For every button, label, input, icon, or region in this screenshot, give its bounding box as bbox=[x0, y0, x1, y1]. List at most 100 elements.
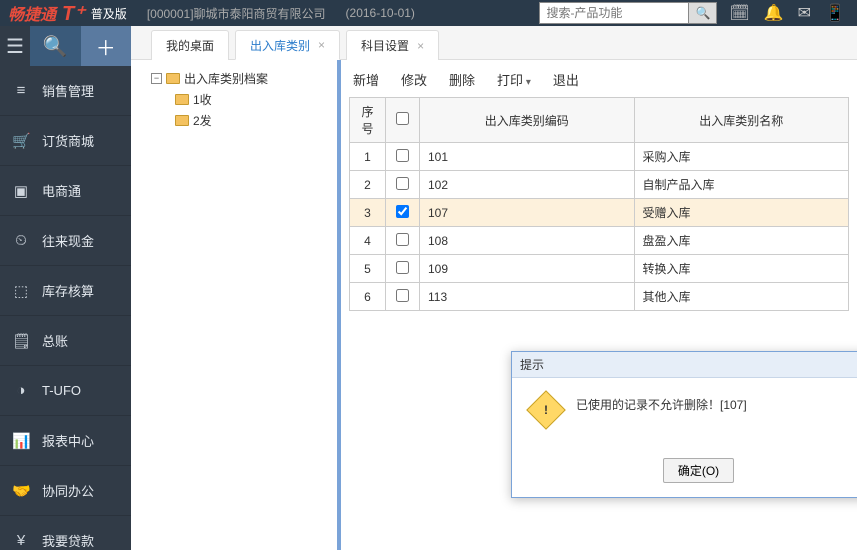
sidebar-item-icon: 🤝 bbox=[12, 482, 30, 500]
tree-pane: − 出入库类别档案 1收 2发 bbox=[131, 60, 341, 550]
table-row[interactable]: 2102自制产品入库 bbox=[350, 171, 849, 199]
toolbar-exit[interactable]: 退出 bbox=[553, 70, 579, 89]
company-label: [000001]聊城市泰阳商贸有限公司 bbox=[147, 5, 326, 22]
table-row[interactable]: 6113其他入库 bbox=[350, 283, 849, 311]
sidebar-item-label: 库存核算 bbox=[42, 281, 94, 300]
sidebar-item-icon: ⏲ bbox=[12, 232, 30, 249]
sidebar-item-3[interactable]: ⏲ 往来现金 bbox=[0, 216, 131, 266]
sidebar-item-icon: ▣ bbox=[12, 182, 30, 200]
tab-label: 科目设置 bbox=[361, 37, 409, 54]
row-checkbox[interactable] bbox=[396, 261, 409, 274]
sidebar: ☰ 🔍 ＋ ≡销售管理🛒订货商城▣电商通⏲往来现金⬚库存核算🗒总账◑T-UFO📊… bbox=[0, 26, 131, 550]
search-button[interactable]: 🔍 bbox=[689, 2, 717, 24]
toolbar-edit[interactable]: 修改 bbox=[401, 70, 427, 89]
ok-button[interactable]: 确定(O) bbox=[663, 458, 734, 483]
cell-name: 受赠入库 bbox=[634, 199, 849, 227]
header-checkbox[interactable] bbox=[396, 112, 409, 125]
sidebar-item-2[interactable]: ▣ 电商通 bbox=[0, 166, 131, 216]
table-row[interactable]: 3 107受赠入库 bbox=[350, 199, 849, 227]
tab-close-icon[interactable]: × bbox=[318, 38, 325, 52]
sidebar-item-label: 协同办公 bbox=[42, 481, 94, 500]
col-check[interactable] bbox=[386, 98, 420, 143]
cell-name: 盘盈入库 bbox=[634, 227, 849, 255]
sidebar-item-0[interactable]: ≡ 销售管理 bbox=[0, 66, 131, 116]
search-input[interactable] bbox=[539, 2, 689, 24]
row-checkbox[interactable] bbox=[396, 233, 409, 246]
sidebar-item-5[interactable]: 🗒总账 bbox=[0, 316, 131, 366]
tabs-bar: 我的桌面出入库类别× 科目设置 × bbox=[131, 26, 857, 60]
cell-seq: 3 bbox=[350, 199, 386, 227]
sidebar-item-label: 电商通 bbox=[42, 181, 81, 200]
sidebar-item-4[interactable]: ⬚库存核算 bbox=[0, 266, 131, 316]
cell-check[interactable] bbox=[386, 283, 420, 311]
tab-close-icon[interactable]: × bbox=[417, 39, 424, 53]
warning-icon: ! bbox=[526, 390, 566, 430]
sidebar-item-icon: ≡ bbox=[12, 82, 30, 99]
tree-child-1[interactable]: 2发 bbox=[137, 110, 331, 131]
row-checkbox[interactable] bbox=[396, 205, 409, 218]
cell-check[interactable] bbox=[386, 171, 420, 199]
tree-child-label: 2发 bbox=[193, 112, 212, 129]
cell-check[interactable] bbox=[386, 199, 420, 227]
cell-name: 其他入库 bbox=[634, 283, 849, 311]
dialog-message: 已使用的记录不允许删除！[107] bbox=[576, 396, 747, 413]
cell-code: 109 bbox=[420, 255, 635, 283]
folder-icon bbox=[175, 94, 189, 105]
row-checkbox[interactable] bbox=[396, 289, 409, 302]
cell-seq: 2 bbox=[350, 171, 386, 199]
mail-icon[interactable]: ✉ bbox=[798, 3, 811, 23]
tree-root-label: 出入库类别档案 bbox=[184, 70, 268, 87]
sidebar-item-icon: 🛒 bbox=[12, 132, 30, 150]
search-icon: 🔍 bbox=[695, 6, 710, 20]
collapse-icon[interactable]: − bbox=[151, 73, 162, 84]
row-checkbox[interactable] bbox=[396, 149, 409, 162]
cell-seq: 1 bbox=[350, 143, 386, 171]
cell-code: 113 bbox=[420, 283, 635, 311]
sidebar-item-9[interactable]: ¥我要贷款 bbox=[0, 516, 131, 550]
sidebar-item-label: T-UFO bbox=[42, 383, 81, 398]
row-checkbox[interactable] bbox=[396, 177, 409, 190]
table-row[interactable]: 5109转换入库 bbox=[350, 255, 849, 283]
sidebar-item-label: 销售管理 bbox=[42, 81, 94, 100]
tab-0[interactable]: 我的桌面 bbox=[151, 30, 229, 60]
tab-2[interactable]: 科目设置 × bbox=[346, 30, 439, 60]
cell-code: 107 bbox=[420, 199, 635, 227]
sidebar-add-button[interactable]: ＋ bbox=[81, 26, 132, 66]
table-row[interactable]: 4108盘盈入库 bbox=[350, 227, 849, 255]
search-wrap: 🔍 🗓 🔔 ✉ 📱 bbox=[539, 2, 857, 24]
tree-child-0[interactable]: 1收 bbox=[137, 89, 331, 110]
brand-logo-m: T⁺ bbox=[62, 1, 85, 26]
cell-check[interactable] bbox=[386, 255, 420, 283]
tab-1[interactable]: 出入库类别× bbox=[235, 30, 340, 60]
cell-name: 采购入库 bbox=[634, 143, 849, 171]
col-seq: 序号 bbox=[350, 98, 386, 143]
cell-check[interactable] bbox=[386, 227, 420, 255]
toolbar-add[interactable]: 新增 bbox=[353, 70, 379, 89]
tree-root[interactable]: − 出入库类别档案 bbox=[137, 68, 331, 89]
tree-child-label: 1收 bbox=[193, 91, 212, 108]
sidebar-item-label: 往来现金 bbox=[42, 231, 94, 250]
brand-logo: 畅捷通 bbox=[8, 1, 56, 25]
bell-icon[interactable]: 🔔 bbox=[764, 3, 784, 23]
table-row[interactable]: 1 101采购入库 bbox=[350, 143, 849, 171]
sidebar-item-7[interactable]: 📊 报表中心 bbox=[0, 416, 131, 466]
cell-code: 108 bbox=[420, 227, 635, 255]
menu-icon[interactable]: ☰ bbox=[0, 26, 30, 66]
sidebar-item-1[interactable]: 🛒 订货商城 bbox=[0, 116, 131, 166]
sidebar-item-label: 报表中心 bbox=[42, 431, 94, 450]
sidebar-search-button[interactable]: 🔍 bbox=[30, 26, 81, 66]
col-name: 出入库类别名称 bbox=[634, 98, 849, 143]
sidebar-item-icon: 🗒 bbox=[12, 332, 30, 350]
phone-icon[interactable]: 📱 bbox=[825, 3, 845, 23]
cell-code: 101 bbox=[420, 143, 635, 171]
toolbar-delete[interactable]: 删除 bbox=[449, 70, 475, 89]
toolbar-print[interactable]: 打印 bbox=[497, 70, 531, 89]
sidebar-item-8[interactable]: 🤝 协同办公 bbox=[0, 466, 131, 516]
sidebar-item-label: 我要贷款 bbox=[42, 531, 94, 550]
calendar-icon[interactable]: 🗓 bbox=[729, 3, 749, 23]
sidebar-item-6[interactable]: ◑T-UFO bbox=[0, 366, 131, 416]
sidebar-item-icon: 📊 bbox=[12, 432, 30, 450]
data-grid: 序号 出入库类别编码 出入库类别名称 1101采购入库2102自制产品入库310… bbox=[349, 97, 849, 311]
cell-check[interactable] bbox=[386, 143, 420, 171]
sidebar-item-label: 订货商城 bbox=[42, 131, 94, 150]
